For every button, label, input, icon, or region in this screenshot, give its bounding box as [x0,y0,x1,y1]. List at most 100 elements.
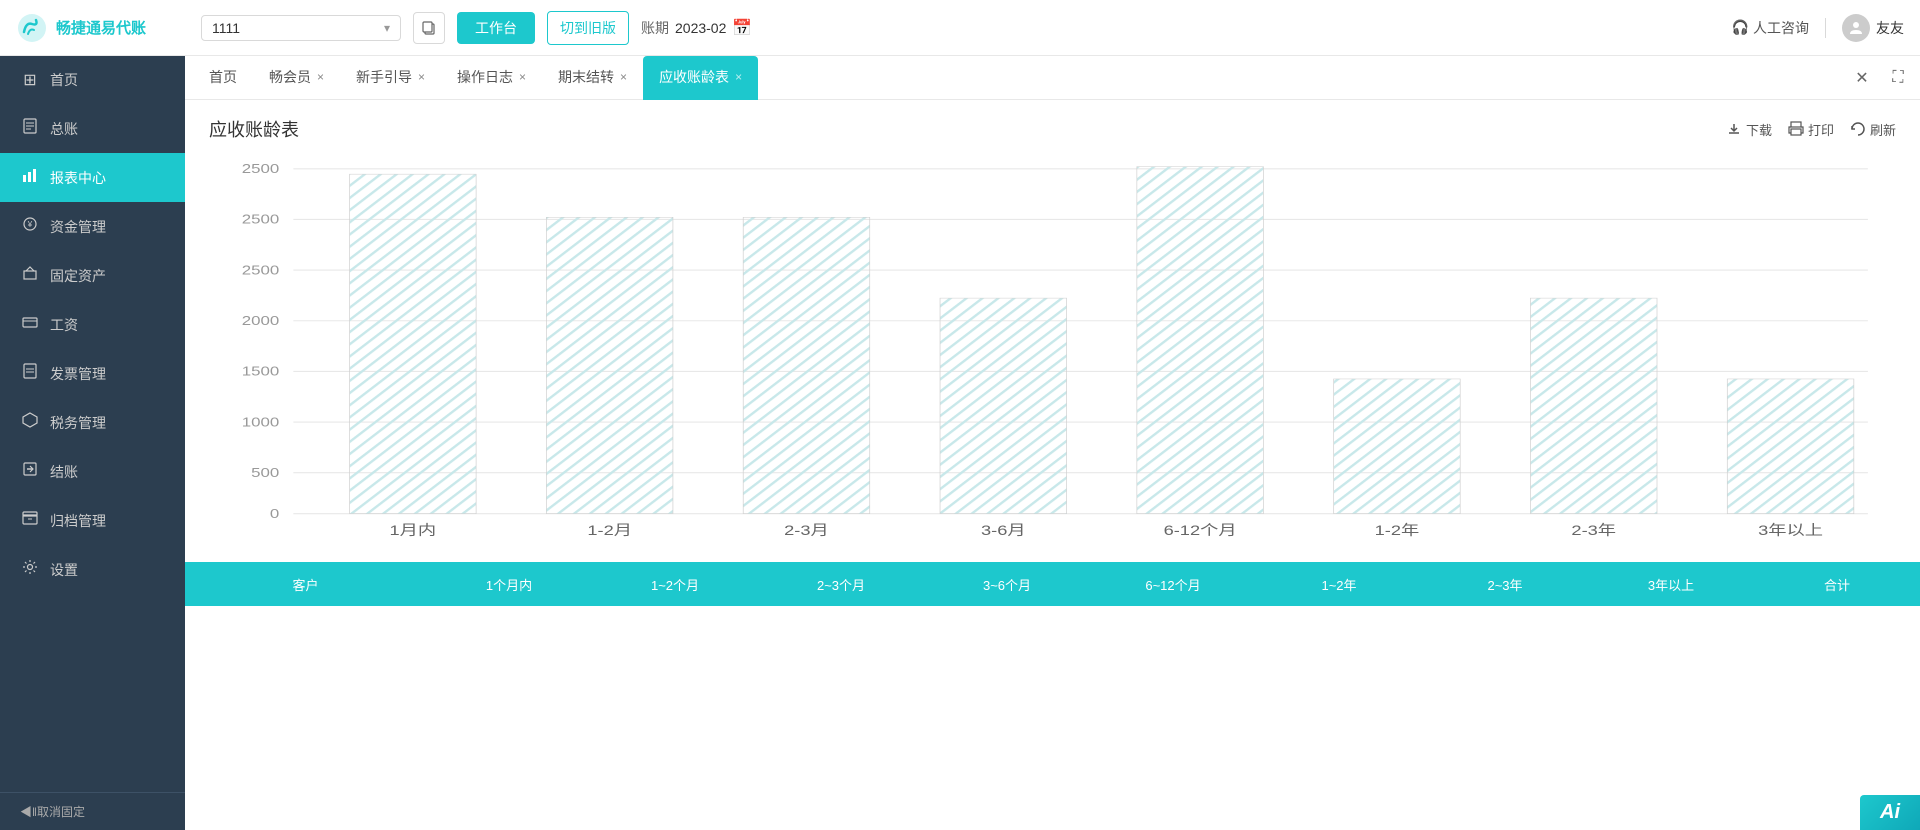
sidebar-item-label: 总账 [50,119,78,139]
checkout-icon [20,461,40,482]
sidebar: ⊞ 首页 总账 报表中心 [0,56,185,830]
tab-label: 应收账龄表 [659,67,729,87]
refresh-icon [1850,121,1866,137]
header-divider [1825,18,1826,38]
print-label: 打印 [1808,120,1834,139]
content-area: 首页 畅会员 × 新手引导 × 操作日志 × 期末结转 × 应收账龄表 × [185,56,1920,830]
tab-guide[interactable]: 新手引导 × [340,56,441,100]
tab-close-icon[interactable]: × [317,70,324,84]
tab-period-end[interactable]: 期末结转 × [542,56,643,100]
tab-aging[interactable]: 应收账龄表 × [643,56,758,100]
table-header: 客户 1个月内 1~2个月 2~3个月 3~6个月 6~12个月 1~2年 2~… [185,562,1920,606]
svg-text:2500: 2500 [242,162,279,177]
sidebar-item-tax[interactable]: 税务管理 [0,398,185,447]
sidebar-item-checkout[interactable]: 结账 [0,447,185,496]
tab-close-icon[interactable]: × [620,70,627,84]
salary-icon [20,314,40,335]
company-name: 1111 [212,20,378,36]
chevron-down-icon: ▾ [384,21,390,35]
support-button[interactable]: 🎧 人工咨询 [1732,18,1809,38]
table-col-total: 合计 [1754,575,1920,594]
sidebar-item-funds[interactable]: ¥ 资金管理 [0,202,185,251]
tab-close-all-button[interactable]: ✕ [1848,64,1876,92]
avatar [1842,14,1870,42]
refresh-label: 刷新 [1870,120,1896,139]
switch-version-button[interactable]: 切到旧版 [547,11,629,45]
sidebar-item-label: 工资 [50,315,78,335]
svg-text:500: 500 [251,466,279,481]
chart-container: 2500 2500 2500 2000 1500 1000 500 0 [185,142,1920,562]
header-right: 1111 ▾ 工作台 切到旧版 账期 2023-02 📅 🎧 人工咨询 [201,11,1904,45]
table-col-1-2y: 1~2年 [1256,575,1422,594]
sidebar-item-label: 首页 [50,70,78,90]
table-col-1m: 1个月内 [426,575,592,594]
sidebar-item-label: 设置 [50,560,78,580]
sidebar-item-assets[interactable]: 固定资产 [0,251,185,300]
company-selector[interactable]: 1111 ▾ [201,15,401,41]
tab-close-icon[interactable]: × [519,70,526,84]
tax-icon [20,412,40,433]
refresh-button[interactable]: 刷新 [1850,120,1896,139]
tab-close-icon[interactable]: × [735,70,742,84]
copy-button[interactable] [413,12,445,44]
sidebar-item-label: 发票管理 [50,364,106,384]
svg-text:2-3年: 2-3年 [1571,523,1616,538]
table-col-1-2m: 1~2个月 [592,575,758,594]
tab-home[interactable]: 首页 [193,56,253,100]
svg-text:2500: 2500 [242,213,279,228]
sidebar-item-archive[interactable]: 归档管理 [0,496,185,545]
aging-chart: 2500 2500 2500 2000 1500 1000 500 0 [209,158,1896,546]
user-name: 友友 [1876,18,1904,38]
ledger-icon [20,118,40,139]
svg-text:2500: 2500 [242,263,279,278]
sidebar-item-salary[interactable]: 工资 [0,300,185,349]
ai-badge[interactable]: Ai [1860,795,1920,830]
workbench-button[interactable]: 工作台 [457,12,535,44]
sidebar-item-home[interactable]: ⊞ 首页 [0,56,185,104]
tab-label: 操作日志 [457,67,513,87]
logo-icon [16,12,48,44]
archive-icon [20,510,40,531]
svg-text:3年以上: 3年以上 [1758,523,1823,538]
print-button[interactable]: 打印 [1788,120,1834,139]
settings-icon [20,559,40,580]
sidebar-item-label: 报表中心 [50,168,106,188]
download-button[interactable]: 下载 [1726,120,1772,139]
table-col-customer: 客户 [185,575,426,594]
calendar-icon[interactable]: 📅 [732,18,752,38]
sidebar-item-invoice[interactable]: 发票管理 [0,349,185,398]
logo-area: 畅捷通易代账 [16,12,201,44]
user-area: 🎧 人工咨询 友友 [1732,14,1904,42]
page-header: 应收账龄表 下载 打印 [185,100,1920,142]
svg-text:¥: ¥ [27,220,33,229]
svg-text:1000: 1000 [242,415,279,430]
top-header: 畅捷通易代账 1111 ▾ 工作台 切到旧版 账期 2023-02 📅 🎧 人工… [0,0,1920,56]
sidebar-item-reports[interactable]: 报表中心 [0,153,185,202]
tab-member[interactable]: 畅会员 × [253,56,340,100]
period-label: 账期 [641,18,669,38]
period-area: 账期 2023-02 📅 [641,18,752,38]
download-label: 下载 [1746,120,1772,139]
svg-text:2000: 2000 [242,314,279,329]
tab-expand-button[interactable]: ⛶ [1884,64,1912,92]
tab-oplog[interactable]: 操作日志 × [441,56,542,100]
cancel-pin-label: ◀‖取消固定 [20,803,85,820]
user-button[interactable]: 友友 [1842,14,1904,42]
sidebar-item-ledger[interactable]: 总账 [0,104,185,153]
reports-icon [20,167,40,188]
svg-text:1-2月: 1-2月 [587,523,632,538]
page-title: 应收账龄表 [209,116,299,142]
sidebar-item-label: 结账 [50,462,78,482]
headset-icon: 🎧 [1732,19,1749,36]
period-value: 2023-02 [675,20,726,36]
cancel-pin-button[interactable]: ◀‖取消固定 [0,792,185,830]
sidebar-item-label: 归档管理 [50,511,106,531]
assets-icon [20,265,40,286]
sidebar-item-settings[interactable]: 设置 [0,545,185,594]
tab-close-icon[interactable]: × [418,70,425,84]
table-col-3-6m: 3~6个月 [924,575,1090,594]
download-icon [1726,121,1742,137]
print-icon [1788,121,1804,137]
funds-icon: ¥ [20,216,40,237]
support-label: 人工咨询 [1753,18,1809,38]
